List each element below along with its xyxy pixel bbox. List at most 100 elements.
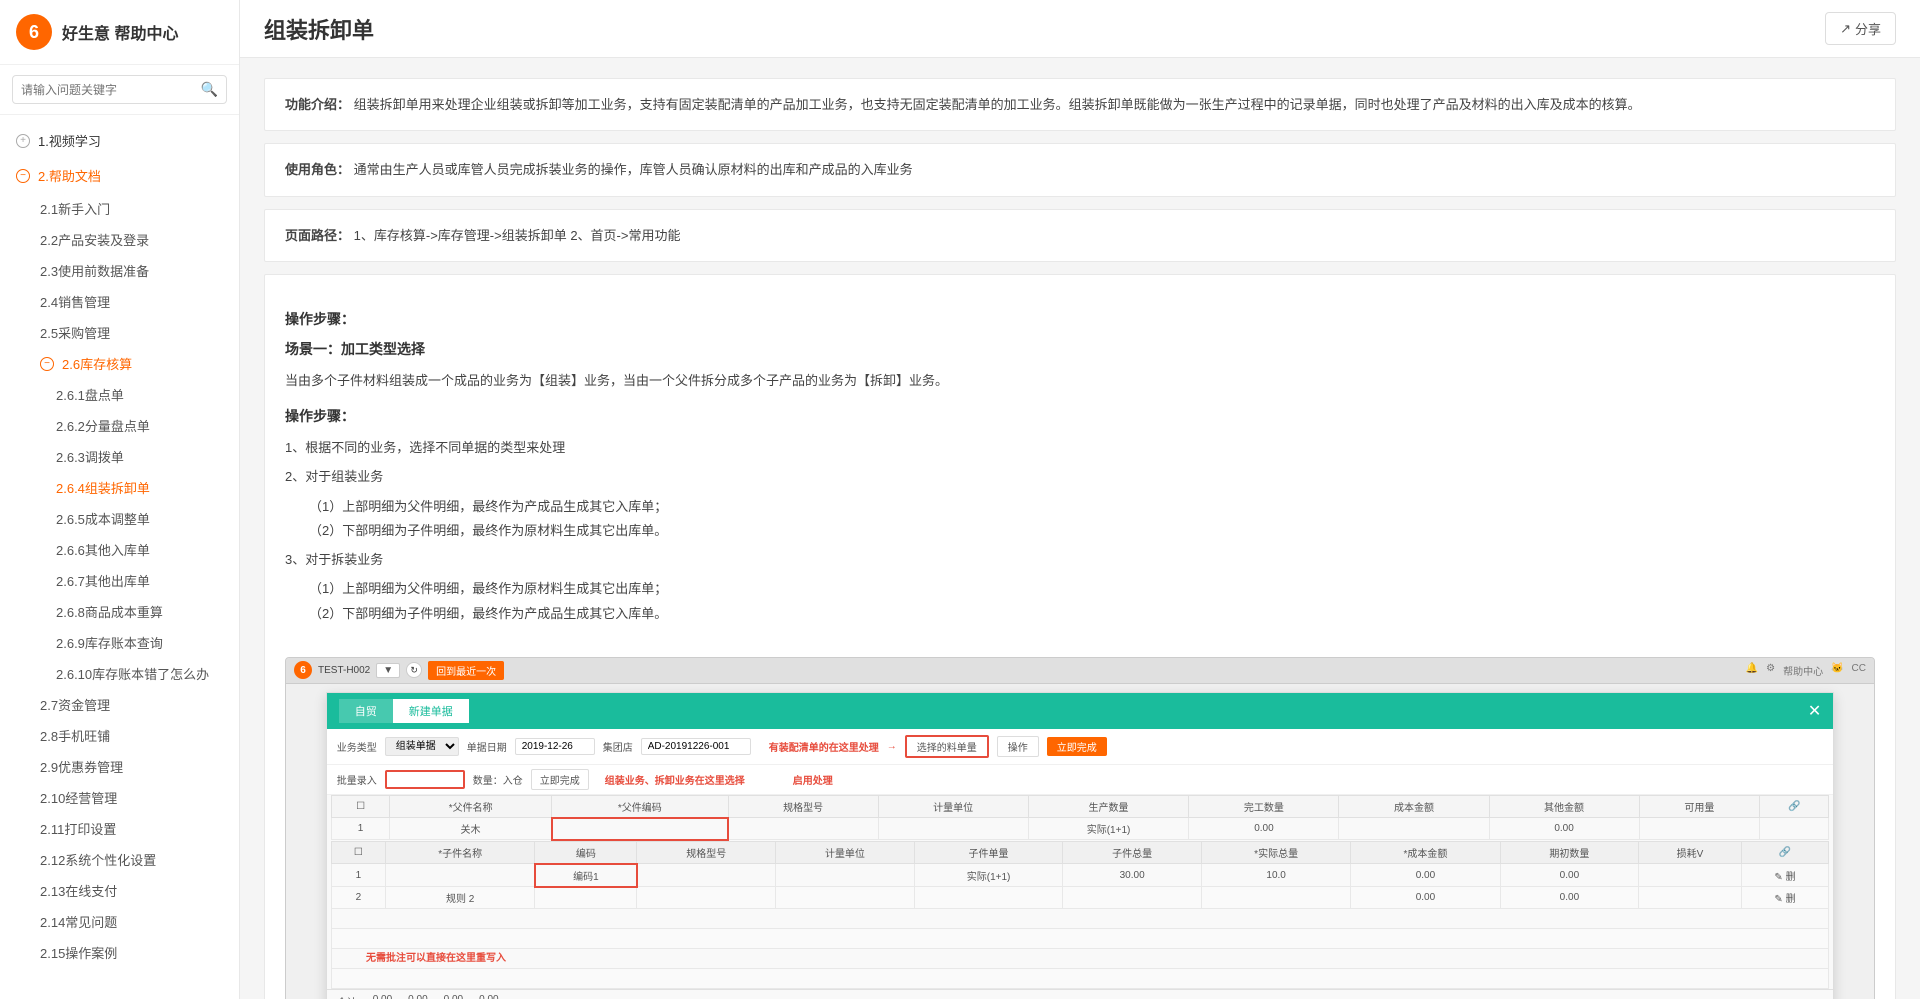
mock-lower-td-2-actual — [1201, 887, 1350, 909]
mock-lower-row-6 — [331, 969, 1829, 989]
search-area: 🔍 — [0, 65, 239, 115]
func-intro-label: 功能介绍： — [285, 97, 350, 112]
step2-sub1: （1）上部明细为父件明细，最终作为产成品生成其它入库单； — [285, 495, 1875, 520]
mock-ops-btn[interactable]: 操作 — [997, 736, 1039, 757]
mock-lower-th-11: 🔗 — [1741, 841, 1829, 864]
ops-section: 操作步骤： 场景一：加工类型选择 当由多个子件材料组装成一个成品的业务为【组装】… — [264, 274, 1896, 999]
mock-upper-td-unit — [878, 818, 1028, 840]
mock-lower-td-1-init: 0.00 — [1500, 864, 1639, 887]
scene1-desc: 当由多个子件材料组装成一个成品的业务为【组装】业务，当由一个父件拆分成多个子产品… — [285, 369, 1875, 394]
nav-item-2-15[interactable]: 2.15操作案例 — [32, 937, 239, 968]
mock-upper-table-area: ☐ *父件名称 *父件编码 规格型号 计量单位 生产数量 完工数量 成本金额 — [327, 795, 1834, 841]
mock-lower-th-9: 期初数量 — [1500, 841, 1639, 864]
mock-tab-1[interactable]: 自贸 — [339, 699, 393, 723]
nav-item-2-1[interactable]: 2.1新手入门 — [32, 193, 239, 224]
nav-item-2-6-2[interactable]: 2.6.2分量盘点单 — [48, 410, 239, 441]
nav-item-2-6-4[interactable]: 2.6.4组装拆卸单 — [48, 472, 239, 503]
step3-sub1: （1）上部明细为父件明细，最终作为原材料生成其它出库单； — [285, 577, 1875, 602]
mock-form-order-input[interactable] — [641, 738, 751, 755]
mock-total-v3: 0.00 — [444, 994, 463, 999]
nav-item-2-6-5[interactable]: 2.6.5成本调整单 — [48, 503, 239, 534]
mock-form-type-select[interactable]: 组装单据 — [385, 737, 459, 756]
content-area: 功能介绍： 组装拆卸单用来处理企业组装或拆卸等加工业务，支持有固定装配清单的产品… — [240, 58, 1920, 999]
nav-item-2-6-1[interactable]: 2.6.1盘点单 — [48, 379, 239, 410]
mock-upper-th-6: 完工数量 — [1189, 795, 1339, 818]
nav-group-title-2-6[interactable]: − 2.6库存核算 — [32, 348, 239, 379]
app-title: 好生意 帮助中心 — [62, 20, 178, 44]
mock-lower-td-1-cost: 0.00 — [1351, 864, 1500, 887]
scene1-desc-text: 当由多个子件材料组装成一个成品的业务为【组装】业务，当由一个父件拆分成多个子产品… — [285, 373, 948, 388]
share-button[interactable]: ↗ 分享 — [1825, 12, 1896, 45]
mock-window: 自贸 新建单据 ✕ 业务类型 组装单据 — [286, 692, 1874, 999]
mock-upper-th-3: 规格型号 — [728, 795, 878, 818]
nav-item-2-13[interactable]: 2.13在线支付 — [32, 875, 239, 906]
mock-upper-td-other: 0.00 — [1489, 818, 1639, 840]
mock-lower-td-1-name — [386, 864, 535, 887]
mock-lower-th-6: 子件总量 — [1063, 841, 1202, 864]
nav-item-2-11[interactable]: 2.11打印设置 — [32, 813, 239, 844]
nav-item-2-3[interactable]: 2.3使用前数据准备 — [32, 255, 239, 286]
search-input[interactable] — [21, 83, 201, 97]
nav-item-2-7[interactable]: 2.7资金管理 — [32, 689, 239, 720]
role-intro-text: 通常由生产人员或库管人员完成拆装业务的操作，库管人员确认原材料的出库和产成品的入… — [354, 162, 913, 177]
nav-item-2-6-7[interactable]: 2.6.7其他出库单 — [48, 565, 239, 596]
mock-lower-td-1-loss — [1639, 864, 1741, 887]
nav-item-2-14[interactable]: 2.14常见问题 — [32, 906, 239, 937]
nav-item-2-6-6[interactable]: 2.6.6其他入库单 — [48, 534, 239, 565]
nav-item-2-2[interactable]: 2.2产品安装及登录 — [32, 224, 239, 255]
mock-upper-td-cost — [1339, 818, 1489, 840]
search-box[interactable]: 🔍 — [12, 75, 227, 104]
step3: 3、对于拆装业务 — [285, 548, 1875, 571]
nav-item-2-6-10[interactable]: 2.6.10库存账本错了怎么办 — [48, 658, 239, 689]
mock-form-date-label: 单据日期 — [467, 739, 507, 754]
mock-lower-td-2-spec — [637, 887, 776, 909]
search-icon[interactable]: 🔍 — [201, 81, 218, 98]
annotation-4: 启用处理 — [793, 772, 833, 787]
mock-modal-close[interactable]: ✕ — [1808, 701, 1821, 721]
role-intro-block: 使用角色： 通常由生产人员或库管人员完成拆装业务的操作，库管人员确认原材料的出库… — [264, 143, 1896, 196]
mock-tab-2[interactable]: 新建单据 — [393, 699, 469, 723]
logo-icon: 6 — [16, 14, 52, 50]
step3-sub2: （2）下部明细为子件明细，最终作为产成品生成其它入库单。 — [285, 602, 1875, 627]
mock-icon-2: ⚙ — [1766, 663, 1775, 678]
mock-orange-btn[interactable]: 回到最近一次 — [428, 661, 504, 680]
mock-lower-th-7: *实际总量 — [1201, 841, 1350, 864]
nav-item-2-6-3[interactable]: 2.6.3调拨单 — [48, 441, 239, 472]
mock-lower-td-1-unit — [776, 864, 915, 887]
mock-apply-btn[interactable]: 立即完成 — [531, 769, 589, 790]
screenshot-wrapper: 6 TEST-H002 ▼ ↻ 回到最近一次 🔔 ⚙ 帮助中心 🐱 CC — [285, 643, 1875, 999]
func-intro-text: 组装拆卸单用来处理企业组装或拆卸等加工业务，支持有固定装配清单的产品加工业务，也… — [354, 97, 1641, 112]
topbar: 组装拆卸单 ↗ 分享 — [240, 0, 1920, 58]
nav-group-label-1: 1.视频学习 — [38, 131, 101, 150]
nav-item-2-4[interactable]: 2.4销售管理 — [32, 286, 239, 317]
mock-form-date-input[interactable] — [515, 738, 595, 755]
mock-form-qty-input[interactable] — [385, 770, 465, 789]
annotation-3: 组装业务、拆卸业务在这里选择 — [605, 772, 745, 787]
nav-group-title-2[interactable]: − 2.帮助文档 — [0, 158, 239, 193]
mock-upper-table: ☐ *父件名称 *父件编码 规格型号 计量单位 生产数量 完工数量 成本金额 — [331, 795, 1830, 841]
nav-item-2-9[interactable]: 2.9优惠券管理 — [32, 751, 239, 782]
mock-total-v2: 0.00 — [408, 994, 427, 999]
nav-group-title-1[interactable]: + 1.视频学习 — [0, 123, 239, 158]
mock-lower-row-5 — [331, 949, 1829, 969]
mock-upper-th-8: 其他金额 — [1489, 795, 1639, 818]
nav-item-2-10[interactable]: 2.10经营管理 — [32, 782, 239, 813]
mock-lower-td-1-code: 编码1 — [535, 864, 637, 887]
nav-item-2-8[interactable]: 2.8手机旺铺 — [32, 720, 239, 751]
mock-lower-th-5: 子件单量 — [914, 841, 1063, 864]
mock-upper-th-9: 可用量 — [1639, 795, 1760, 818]
sidebar: 6 好生意 帮助中心 🔍 + 1.视频学习 − 2.帮助文档 2.1新手入门 2… — [0, 0, 240, 999]
nav-item-2-6-9[interactable]: 2.6.9库存账本查询 — [48, 627, 239, 658]
nav-item-2-12[interactable]: 2.12系统个性化设置 — [32, 844, 239, 875]
mock-upper-row-1: 1 关木 实际(1+1) 0.00 0. — [331, 818, 1829, 840]
mock-confirm-btn[interactable]: 立即完成 — [1047, 737, 1107, 756]
mock-form-qty-count: 数量：入仓 — [473, 772, 523, 787]
mock-modal-tabs: 自贸 新建单据 — [339, 699, 469, 723]
mock-select-btn[interactable]: 选择的料单量 — [905, 735, 989, 758]
nav-item-2-5[interactable]: 2.5采购管理 — [32, 317, 239, 348]
mock-refresh-icon: ↻ — [406, 662, 422, 678]
mock-icons: 🔔 ⚙ 帮助中心 🐱 CC — [1746, 663, 1866, 678]
mock-form-type-label: 业务类型 — [337, 739, 377, 754]
path-text: 1、库存核算->库存管理->组装拆卸单 2、首页->常用功能 — [354, 228, 681, 243]
nav-item-2-6-8[interactable]: 2.6.8商品成本重算 — [48, 596, 239, 627]
